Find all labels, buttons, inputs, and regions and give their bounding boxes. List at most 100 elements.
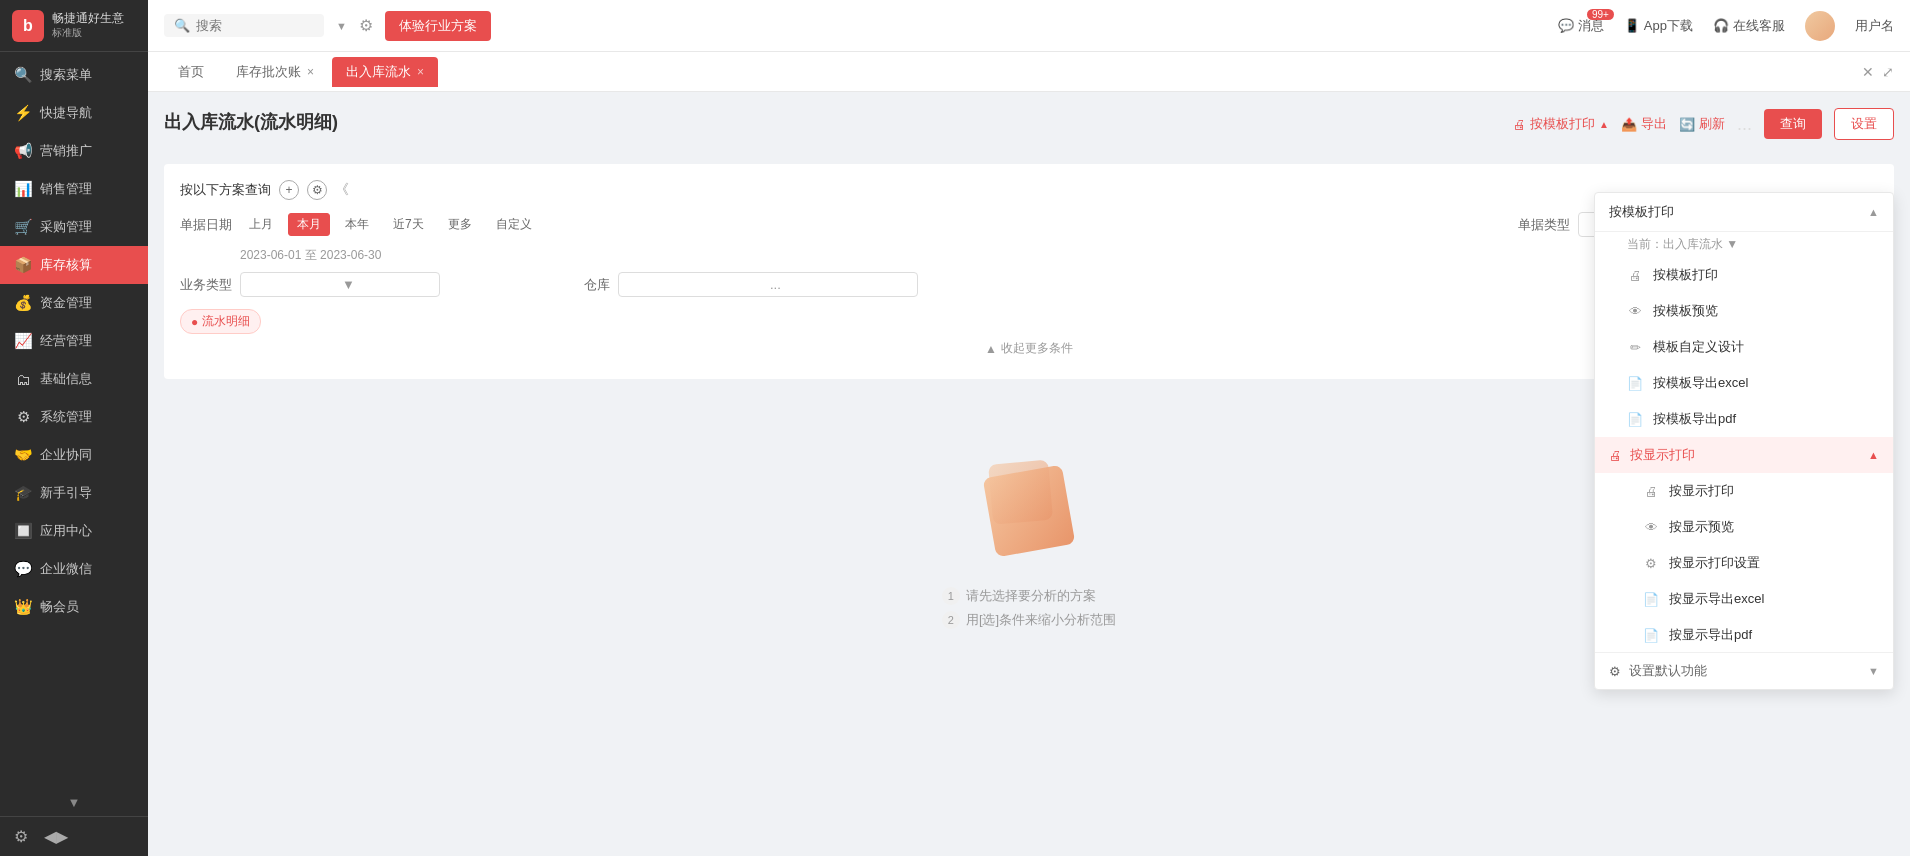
query-btn[interactable]: 查询 — [1764, 109, 1822, 139]
sidebar-item-finance[interactable]: 💰 资金管理 — [0, 284, 148, 322]
tab-batch-account[interactable]: 库存批次账 × — [222, 57, 328, 87]
biz-type-filter: 业务类型 ▼ — [180, 272, 440, 297]
member-icon: 👑 — [14, 598, 32, 616]
page-content: 出入库流水(流水明细) 🖨 按模板打印 ▲ 📤 导出 🔄 刷新 — [148, 92, 1910, 856]
topbar-search[interactable]: 🔍 — [164, 14, 324, 37]
sidebar-item-operations[interactable]: 📈 经营管理 — [0, 322, 148, 360]
dropdown-display-preview[interactable]: 👁 按显示预览 — [1595, 509, 1893, 545]
sidebar-item-label: 资金管理 — [40, 294, 92, 312]
search-input[interactable] — [196, 18, 296, 33]
warehouse-more-icon[interactable]: ... — [770, 277, 907, 292]
sidebar-collapse-icon[interactable]: ◀▶ — [44, 827, 68, 846]
tab-flow[interactable]: 出入库流水 × — [332, 57, 438, 87]
collapse-arrow-icon: ▲ — [985, 342, 997, 356]
biz-type-label: 业务类型 — [180, 276, 232, 294]
eye-icon-1: 👁 — [1627, 303, 1643, 319]
sidebar-item-label: 营销推广 — [40, 142, 92, 160]
dropdown-display-pdf[interactable]: 📄 按显示导出pdf — [1595, 617, 1893, 652]
sidebar-item-guide[interactable]: 🎓 新手引导 — [0, 474, 148, 512]
display-printer-icon: 🖨 — [1609, 448, 1622, 463]
date-filter: 上月 本月 本年 近7天 更多 自定义 — [240, 213, 541, 236]
filter-tag-label: 流水明细 — [202, 313, 250, 330]
sidebar-item-base[interactable]: 🗂 基础信息 — [0, 360, 148, 398]
filter-collapse-btn[interactable]: 《 — [335, 181, 349, 199]
system-icon: ⚙ — [14, 408, 32, 426]
date-btn-this-year[interactable]: 本年 — [336, 213, 378, 236]
filter-settings-btn[interactable]: ⚙ — [307, 180, 327, 200]
date-btn-custom[interactable]: 自定义 — [487, 213, 541, 236]
date-btn-more[interactable]: 更多 — [439, 213, 481, 236]
tab-home[interactable]: 首页 — [164, 57, 218, 87]
app-name: 畅捷通好生意 — [52, 11, 124, 27]
sidebar-item-system[interactable]: ⚙ 系统管理 — [0, 398, 148, 436]
messages-btn[interactable]: 💬 消息 99+ — [1558, 17, 1604, 35]
sidebar-item-member[interactable]: 👑 畅会员 — [0, 588, 148, 626]
tip-2-num: 2 — [942, 611, 960, 629]
biz-type-select[interactable]: ▼ — [240, 272, 440, 297]
tabs-bar: 首页 库存批次账 × 出入库流水 × ✕ ⤢ — [148, 52, 1910, 92]
display-section-title: 🖨 按显示打印 — [1609, 446, 1695, 464]
window-expand-icon[interactable]: ⤢ — [1882, 64, 1894, 80]
dropdown-display-print[interactable]: 🖨 按显示打印 — [1595, 473, 1893, 509]
sidebar-item-label: 畅会员 — [40, 598, 79, 616]
dropdown-template-pdf[interactable]: 📄 按模板导出pdf — [1595, 401, 1893, 437]
warehouse-select[interactable]: ... — [618, 272, 918, 297]
topbar-dropdown-arrow[interactable]: ▼ — [336, 20, 347, 32]
sidebar-item-inventory[interactable]: 📦 库存核算 — [0, 246, 148, 284]
dropdown-template-preview[interactable]: 👁 按模板预览 — [1595, 293, 1893, 329]
current-arrow-icon: ▼ — [1726, 237, 1738, 251]
empty-box-icon — [983, 465, 1076, 558]
dropdown-header: 按模板打印 ▲ — [1595, 193, 1893, 232]
topbar: 🔍 ▼ ⚙ 体验行业方案 💬 消息 99+ 📱 App下载 🎧 在线客服 — [148, 0, 1910, 52]
dropdown-template-excel[interactable]: 📄 按模板导出excel — [1595, 365, 1893, 401]
sidebar-item-purchase[interactable]: 🛒 采购管理 — [0, 208, 148, 246]
dropdown-arrow-icon[interactable]: ▲ — [1868, 206, 1879, 218]
sidebar-item-wechat[interactable]: 💬 企业微信 — [0, 550, 148, 588]
dropdown-display-settings[interactable]: ⚙ 按显示打印设置 — [1595, 545, 1893, 581]
empty-tip-2: 2 用[选]条件来缩小分析范围 — [942, 611, 1116, 629]
sidebar-item-search[interactable]: 🔍 搜索菜单 — [0, 56, 148, 94]
tab-home-label: 首页 — [178, 63, 204, 81]
app-download-btn[interactable]: 📱 App下载 — [1624, 17, 1693, 35]
export-btn[interactable]: 📤 导出 — [1621, 115, 1667, 133]
settings-btn[interactable]: 设置 — [1834, 108, 1894, 140]
tab-batch-close-icon[interactable]: × — [307, 65, 314, 79]
sidebar-scroll-down[interactable]: ▼ — [0, 789, 148, 816]
user-avatar[interactable] — [1805, 11, 1835, 41]
date-btn-this-month[interactable]: 本月 — [288, 213, 330, 236]
template-print-label: 按模板打印 — [1530, 115, 1595, 133]
sidebar-item-marketing[interactable]: 📢 营销推广 — [0, 132, 148, 170]
pdf-icon-2: 📄 — [1643, 627, 1659, 643]
trial-btn[interactable]: 体验行业方案 — [385, 11, 491, 41]
online-service-btn[interactable]: 🎧 在线客服 — [1713, 17, 1785, 35]
topbar-right: 💬 消息 99+ 📱 App下载 🎧 在线客服 用户名 — [1558, 11, 1894, 41]
sidebar-item-apps[interactable]: 🔲 应用中心 — [0, 512, 148, 550]
tip-1-text: 请先选择要分析的方案 — [966, 587, 1096, 605]
dropdown-display-excel[interactable]: 📄 按显示导出excel — [1595, 581, 1893, 617]
sidebar-item-label: 快捷导航 — [40, 104, 92, 122]
topbar-gear-icon[interactable]: ⚙ — [359, 16, 373, 35]
date-btn-last-month[interactable]: 上月 — [240, 213, 282, 236]
sidebar-item-sales[interactable]: 📊 销售管理 — [0, 170, 148, 208]
sidebar-settings-icon[interactable]: ⚙ — [14, 827, 28, 846]
sidebar-item-collab[interactable]: 🤝 企业协同 — [0, 436, 148, 474]
app-badge: 标准版 — [52, 26, 124, 40]
divider: ... — [1737, 114, 1752, 135]
template-print-btn[interactable]: 🖨 按模板打印 ▲ — [1513, 115, 1609, 133]
search-icon: 🔍 — [174, 18, 190, 33]
tab-flow-close-icon[interactable]: × — [417, 65, 424, 79]
sidebar-item-shortcut[interactable]: ⚡ 快捷导航 — [0, 94, 148, 132]
sidebar: b 畅捷通好生意 标准版 🔍 搜索菜单 ⚡ 快捷导航 📢 营销推广 📊 销 — [0, 0, 148, 856]
window-close-icon[interactable]: ✕ — [1862, 64, 1874, 80]
warehouse-filter: 仓库 ... — [584, 272, 918, 297]
dropdown-current-label: 当前：出入库流水 ▼ — [1595, 232, 1893, 257]
dropdown-template-print[interactable]: 🖨 按模板打印 — [1595, 257, 1893, 293]
refresh-btn[interactable]: 🔄 刷新 — [1679, 115, 1725, 133]
dropdown-footer[interactable]: ⚙ 设置默认功能 ▼ — [1595, 652, 1893, 689]
sidebar-item-label: 库存核算 — [40, 256, 92, 274]
display-section-header[interactable]: 🖨 按显示打印 ▲ — [1595, 437, 1893, 473]
filter-add-btn[interactable]: + — [279, 180, 299, 200]
dropdown-template-custom[interactable]: ✏ 模板自定义设计 — [1595, 329, 1893, 365]
guide-icon: 🎓 — [14, 484, 32, 502]
date-btn-7days[interactable]: 近7天 — [384, 213, 433, 236]
